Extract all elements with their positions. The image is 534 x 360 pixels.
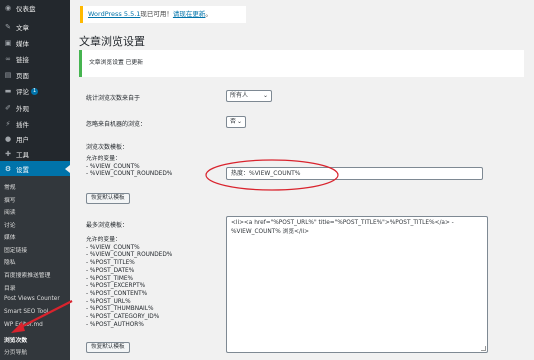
sidebar-item-comments[interactable]: ▬ 评论 1: [0, 83, 70, 99]
ignore-bots-value: 否: [230, 118, 237, 125]
settings-submenu: 常规 撰写 阅读 讨论 媒体 固定链接 隐私 百度搜索推送管理 目录 Post …: [0, 176, 70, 360]
sidebar-item-dashboard[interactable]: ◉ 仪表盘: [0, 0, 70, 16]
sidebar-item-users[interactable]: ● 用户: [0, 131, 70, 147]
settings-saved-notice: 文章浏览设置 已更新: [79, 50, 524, 77]
sidebar-item-links[interactable]: ∞ 链接: [0, 51, 70, 67]
sidebar-item-label: 链接: [16, 56, 29, 64]
template-var: - %VIEW_COUNT_ROUNDED%: [86, 171, 173, 178]
most-viewed-var: - %POST_CONTENT%: [86, 290, 148, 297]
template-vars-title: 允许的变量：: [86, 156, 121, 162]
most-viewed-var: - %POST_DATE%: [86, 267, 135, 274]
page-title: 文章浏览设置: [79, 35, 145, 48]
wordpress-version-link[interactable]: WordPress 5.5.1: [88, 10, 140, 18]
submenu-item-discussion[interactable]: 讨论: [4, 220, 16, 229]
template-label: 浏览次数模板：: [86, 144, 129, 151]
ignore-bots-select[interactable]: 否 ⌄: [226, 116, 246, 128]
most-viewed-var: - %POST_THUMBNAIL%: [86, 306, 154, 313]
update-notice-text: 现已可用！: [140, 10, 173, 18]
sidebar-item-label: 用户: [16, 136, 29, 144]
update-now-link[interactable]: 请现在更新: [173, 10, 206, 18]
sidebar-item-label: 媒体: [16, 40, 29, 48]
most-viewed-var: - %POST_URL%: [86, 298, 131, 305]
most-viewed-var: - %POST_EXCERPT%: [86, 283, 146, 290]
count-from-label: 统计浏览次数来自于: [86, 95, 141, 102]
submenu-item-pagenavi[interactable]: 分页导航: [4, 347, 27, 356]
most-viewed-template-line: <li><a href="%POST_URL%" title="%POST_TI…: [231, 220, 454, 226]
submenu-item-wp-editor-md[interactable]: WP Editor.md: [4, 322, 43, 328]
submenu-item-smart-seo-tool[interactable]: Smart SEO Tool: [4, 309, 48, 315]
settings-icon: ⚙: [4, 165, 12, 173]
sidebar-item-label: 仪表盘: [16, 5, 36, 13]
submenu-item-toc[interactable]: 目录: [4, 283, 16, 292]
most-viewed-vars: 允许的变量： - %VIEW_COUNT% - %VIEW_COUNT_ROUN…: [86, 237, 172, 329]
submenu-item-views[interactable]: 浏览次数: [4, 335, 27, 344]
most-viewed-vars-title: 允许的变量：: [86, 237, 121, 243]
submenu-item-writing[interactable]: 撰写: [4, 195, 16, 204]
most-viewed-template-line: %VIEW_COUNT% 浏览</li>: [231, 228, 310, 235]
most-viewed-var: - %POST_TITLE%: [86, 260, 135, 267]
admin-sidebar: ◉ 仪表盘 ✎ 文章 ▣ 媒体 ∞ 链接 ▤ 页面 ▬ 评论 1 ✐ 外观 ⚡ …: [0, 0, 70, 360]
template-var: - %VIEW_COUNT%: [86, 163, 140, 170]
sidebar-item-label: 评论: [16, 88, 29, 96]
ignore-bots-label: 忽略来自机器的浏览：: [86, 121, 147, 128]
sidebar-item-label: 插件: [16, 121, 29, 129]
appearance-icon: ✐: [5, 104, 11, 112]
restore-default-most-viewed-button[interactable]: 恢复默认模板: [86, 342, 130, 353]
update-notice: WordPress 5.5.1现已可用！请现在更新。: [80, 6, 246, 23]
submenu-item-general[interactable]: 常规: [4, 182, 16, 191]
submenu-item-media[interactable]: 媒体: [4, 232, 16, 241]
sidebar-item-label: 外观: [16, 105, 29, 113]
restore-default-template-button[interactable]: 恢复默认模板: [86, 193, 130, 204]
submenu-item-baidu-push[interactable]: 百度搜索推送管理: [4, 270, 50, 279]
sidebar-item-plugins[interactable]: ⚡ 插件: [0, 116, 70, 132]
chevron-down-icon: ⌄: [262, 92, 268, 99]
users-icon: ●: [4, 135, 12, 143]
plugin-icon: ⚡: [5, 120, 11, 128]
sidebar-item-tools[interactable]: ✚ 工具: [0, 146, 70, 162]
comment-icon: ▬: [4, 87, 12, 95]
most-viewed-template-label: 最多浏览模板：: [86, 222, 129, 229]
template-vars: 允许的变量： - %VIEW_COUNT% - %VIEW_COUNT_ROUN…: [86, 156, 172, 179]
resize-handle-icon[interactable]: [481, 346, 486, 351]
sidebar-item-settings[interactable]: ⚙ 设置: [0, 161, 70, 177]
most-viewed-var: - %VIEW_COUNT_ROUNDED%: [86, 252, 173, 259]
sidebar-item-label: 工具: [16, 151, 29, 159]
chevron-down-icon: ⌄: [236, 118, 242, 125]
submenu-item-privacy[interactable]: 隐私: [4, 257, 16, 266]
submenu-item-post-views-counter[interactable]: Post Views Counter: [4, 296, 60, 302]
sidebar-item-label: 设置: [16, 166, 29, 174]
sidebar-item-label: 页面: [16, 72, 29, 80]
page-icon: ▤: [4, 71, 12, 79]
most-viewed-var: - %POST_CATEGORY_ID%: [86, 314, 160, 321]
template-input[interactable]: 热度：%VIEW_COUNT%: [226, 167, 483, 180]
update-notice-suffix: 。: [205, 10, 212, 18]
most-viewed-var: - %POST_TIME%: [86, 275, 134, 282]
sidebar-item-media[interactable]: ▣ 媒体: [0, 35, 70, 51]
most-viewed-var: - %POST_AUTHOR%: [86, 321, 144, 328]
submenu-item-permalinks[interactable]: 固定链接: [4, 245, 27, 254]
pin-icon: ✎: [5, 23, 11, 31]
sidebar-item-appearance[interactable]: ✐ 外观: [0, 100, 70, 116]
tools-icon: ✚: [5, 150, 11, 158]
media-icon: ▣: [4, 39, 12, 47]
most-viewed-var: - %VIEW_COUNT%: [86, 244, 140, 251]
count-from-value: 所有人: [230, 92, 249, 99]
count-from-select[interactable]: 所有人 ⌄: [226, 90, 272, 102]
link-icon: ∞: [5, 55, 11, 63]
sidebar-item-posts[interactable]: ✎ 文章: [0, 19, 70, 35]
sidebar-item-pages[interactable]: ▤ 页面: [0, 67, 70, 83]
comment-count-badge: 1: [31, 87, 39, 95]
submenu-item-reading[interactable]: 阅读: [4, 207, 16, 216]
most-viewed-template-textarea[interactable]: <li><a href="%POST_URL%" title="%POST_TI…: [226, 216, 488, 353]
dashboard-icon: ◉: [4, 4, 12, 12]
sidebar-item-label: 文章: [16, 24, 29, 32]
